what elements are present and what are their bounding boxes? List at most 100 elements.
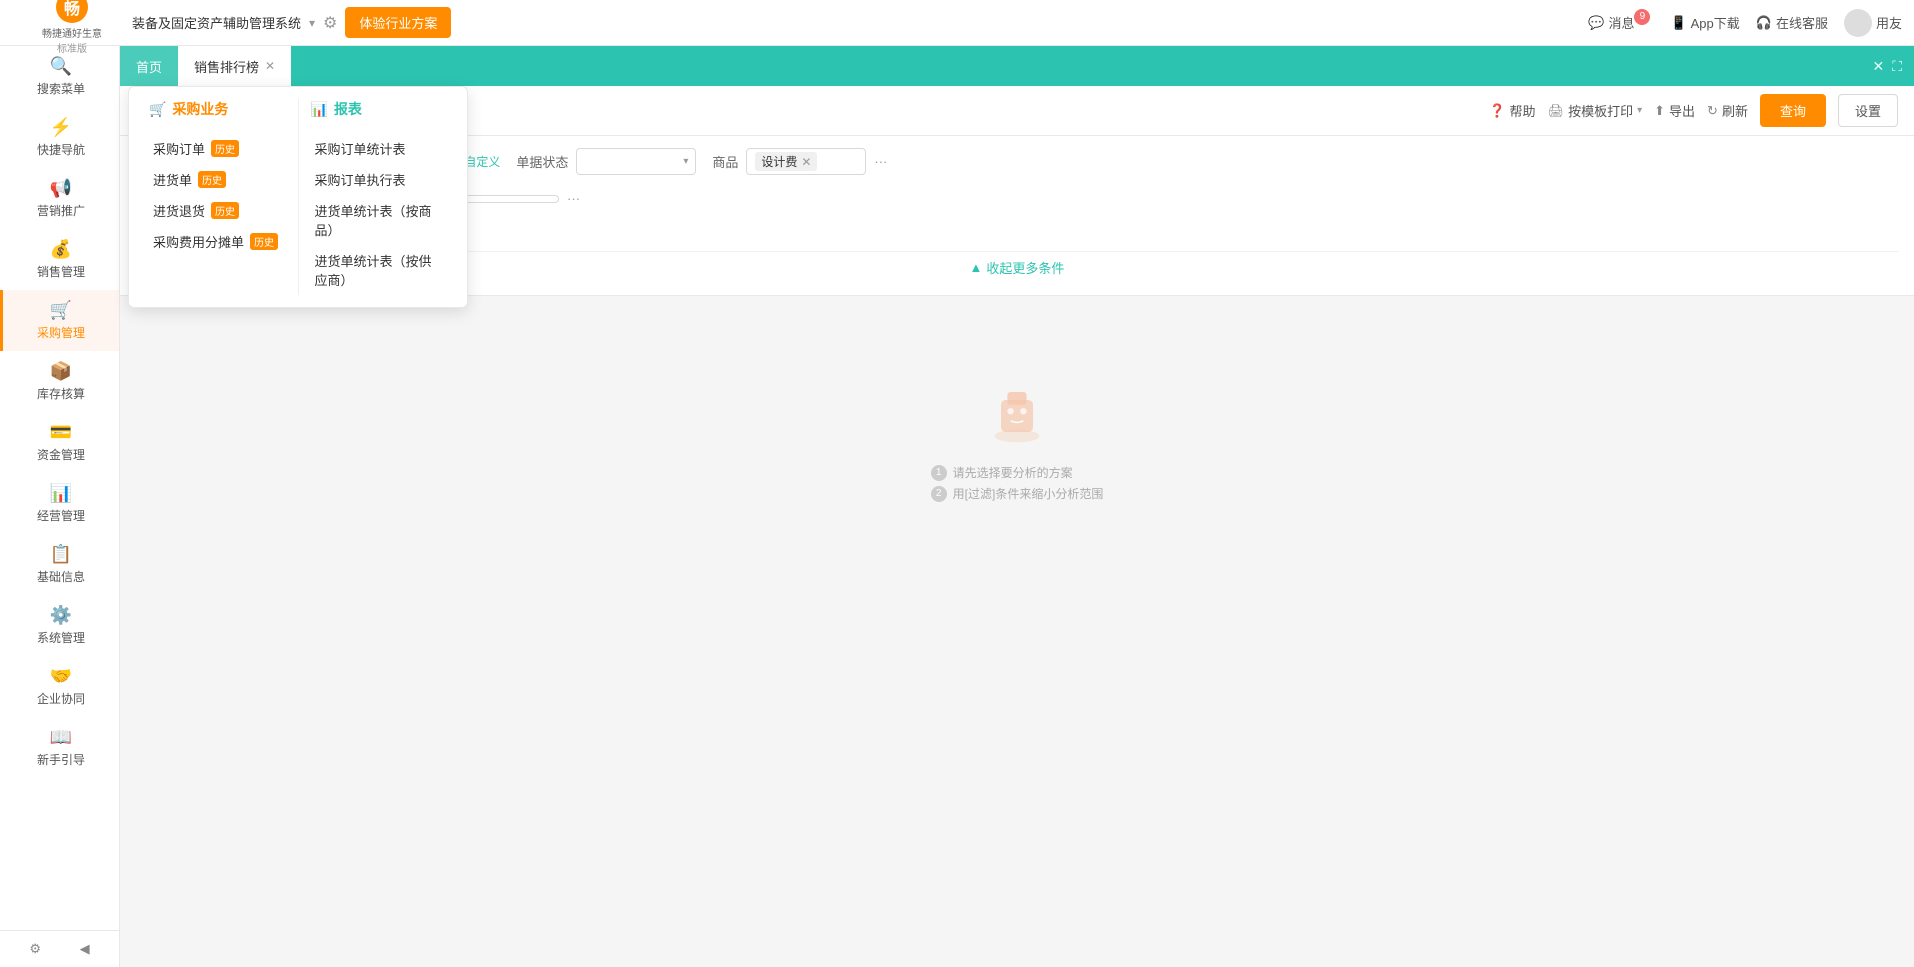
collapse-up-icon: ▲ [970,260,983,275]
goods-tag-input[interactable]: 设计费 ✕ [746,148,866,175]
finance-icon: 💳 [50,422,72,443]
export-button[interactable]: ⬆ 导出 [1654,101,1695,120]
logo-tagline: 畅捷通好生意 [42,25,102,40]
sidebar-item-guide[interactable]: 📖 新手引导 [0,717,119,778]
empty-hints: 1 请先选择要分析的方案 2 用[过滤]条件来缩小分析范围 [931,464,1104,506]
menu-item-stock-in-stat-supplier[interactable]: 进货单统计表（按供应商） [311,245,448,295]
online-service-button[interactable]: 🎧 在线客服 [1756,13,1828,32]
menu-item-stock-in-stat-goods[interactable]: 进货单统计表（按商品） [311,195,448,245]
menu-item-stock-in-label: 进货单 [153,170,192,189]
sidebar-bottom: ⚙ ◀ [0,930,119,967]
logo-area: 畅 畅捷通好生意 标准版 [12,0,132,55]
menu-item-stock-in[interactable]: 进货单 历史 [149,164,286,195]
menu-item-purchase-order[interactable]: 采购订单 历史 [149,133,286,164]
tab-home-label: 首页 [136,57,162,76]
menu-item-purchase-order-exec-label: 采购订单执行表 [315,170,406,189]
history-badge-2: 历史 [198,171,226,188]
sidebar-label-sales: 销售管理 [37,263,85,280]
message-badge: 9 [1634,9,1650,25]
goods-tag-close[interactable]: ✕ [801,155,811,169]
headset-icon: 🎧 [1756,15,1772,31]
menu-item-purchase-order-exec[interactable]: 采购订单执行表 [311,164,448,195]
sidebar-item-basic[interactable]: 📋 基础信息 [0,534,119,595]
message-button[interactable]: 💬 消息 9 [1588,13,1654,32]
menu-item-stock-in-stat-goods-label: 进货单统计表（按商品） [315,201,444,239]
sidebar-item-quick[interactable]: ⚡ 快捷导航 [0,107,119,168]
inventory-icon: 📦 [50,361,72,382]
tab-close-all-icon[interactable]: ✕ [1872,58,1884,75]
app-download-button[interactable]: 📱 App下载 [1670,13,1739,32]
history-badge-4: 历史 [250,233,278,250]
menu-item-stock-return[interactable]: 进货退货 历史 [149,195,286,226]
tab-actions: ✕ ⛶ [1860,46,1914,86]
tab-spacer [291,46,1860,86]
header-right: 💬 消息 9 📱 App下载 🎧 在线客服 用友 [1588,9,1902,37]
print-icon: 🖨 [1548,103,1565,119]
export-icon: ⬆ [1654,103,1665,119]
sidebar-item-marketing[interactable]: 📢 营销推广 [0,168,119,229]
sidebar-settings-icon[interactable]: ⚙ [29,941,41,957]
tab-sales-rank-label: 销售排行榜 [194,57,259,76]
menu-item-stock-return-label: 进货退货 [153,201,205,220]
marketing-icon: 📢 [50,178,72,199]
purchase-dropdown-menu: 🛒 采购业务 采购订单 历史 进货单 历史 进货退货 历史 采购费用分摊单 历史… [128,86,468,308]
menu-section-purchase-title: 🛒 采购业务 [149,99,286,123]
operation-icon: 📊 [50,483,72,504]
tab-bar: 首页 销售排行榜 ✕ ✕ ⛶ [120,46,1914,86]
refresh-icon: ↻ [1707,103,1718,119]
sidebar-label-purchase: 采购管理 [37,324,85,341]
system-dropdown-arrow[interactable]: ▾ [309,16,315,30]
logo-edition: 标准版 [57,40,87,55]
industry-button[interactable]: 体验行业方案 [345,7,451,38]
query-button[interactable]: 查询 [1760,94,1826,127]
top-header: 畅 畅捷通好生意 标准版 装备及固定资产辅助管理系统 ▾ ⚙ 体验行业方案 💬 … [0,0,1914,46]
menu-item-purchase-order-stat-label: 采购订单统计表 [315,139,406,158]
salesman-ellipsis[interactable]: ··· [567,191,580,206]
menu-item-purchase-order-stat[interactable]: 采购订单统计表 [311,133,448,164]
sidebar-label-corp: 企业协同 [37,690,85,707]
header-middle: 装备及固定资产辅助管理系统 ▾ ⚙ 体验行业方案 [132,7,1588,38]
collapse-label: 收起更多条件 [986,258,1064,277]
goods-ellipsis[interactable]: ··· [874,154,887,169]
sidebar-item-finance[interactable]: 💳 资金管理 [0,412,119,473]
corp-icon: 🤝 [50,666,72,687]
sidebar-item-search[interactable]: 🔍 搜索菜单 [0,46,119,107]
menu-divider [298,99,299,295]
doc-status-select-wrapper: ▾ [576,148,696,175]
tab-sales-rank[interactable]: 销售排行榜 ✕ [178,46,291,86]
tab-fullscreen-icon[interactable]: ⛶ [1892,58,1902,75]
menu-section-report: 📊 报表 采购订单统计表 采购订单执行表 进货单统计表（按商品） 进货单统计表（… [303,99,456,295]
history-badge-3: 历史 [211,202,239,219]
sidebar-item-sales[interactable]: 💰 销售管理 [0,229,119,290]
sidebar-item-inventory[interactable]: 📦 库存核算 [0,351,119,412]
user-profile-button[interactable]: 用友 [1844,9,1902,37]
print-button[interactable]: 🖨 按模板打印 ▾ [1548,101,1643,120]
history-badge-1: 历史 [211,140,239,157]
help-button[interactable]: ❓ 帮助 [1489,101,1535,120]
settings-button[interactable]: 设置 [1838,94,1898,127]
goods-label: 商品 [712,152,738,171]
menu-item-purchase-expense[interactable]: 采购费用分摊单 历史 [149,226,286,257]
sidebar-item-purchase[interactable]: 🛒 采购管理 [0,290,119,351]
tab-close-icon[interactable]: ✕ [265,59,275,73]
sidebar-collapse-icon[interactable]: ◀ [80,941,90,957]
sidebar-label-guide: 新手引导 [37,751,85,768]
print-dropdown-arrow[interactable]: ▾ [1637,105,1642,116]
refresh-button[interactable]: ↻ 刷新 [1707,101,1748,120]
doc-status-filter: 单据状态 ▾ [516,148,696,175]
quick-date-custom[interactable]: 自定义 [464,153,500,170]
sidebar-item-corp[interactable]: 🤝 企业协同 [0,656,119,717]
gear-icon[interactable]: ⚙ [323,13,337,33]
sidebar-item-system[interactable]: ⚙️ 系统管理 [0,595,119,656]
system-icon: ⚙️ [50,605,72,626]
guide-icon: 📖 [50,727,72,748]
search-icon: 🔍 [50,56,72,77]
sidebar-label-system: 系统管理 [37,629,85,646]
doc-status-select[interactable] [576,148,696,175]
sidebar-label-marketing: 营销推广 [37,202,85,219]
sidebar-item-operation[interactable]: 📊 经营管理 [0,473,119,534]
help-icon: ❓ [1489,103,1505,119]
goods-tag: 设计费 ✕ [755,152,817,171]
empty-hint-2: 2 用[过滤]条件来缩小分析范围 [931,485,1104,502]
empty-state: 1 请先选择要分析的方案 2 用[过滤]条件来缩小分析范围 [120,296,1914,586]
